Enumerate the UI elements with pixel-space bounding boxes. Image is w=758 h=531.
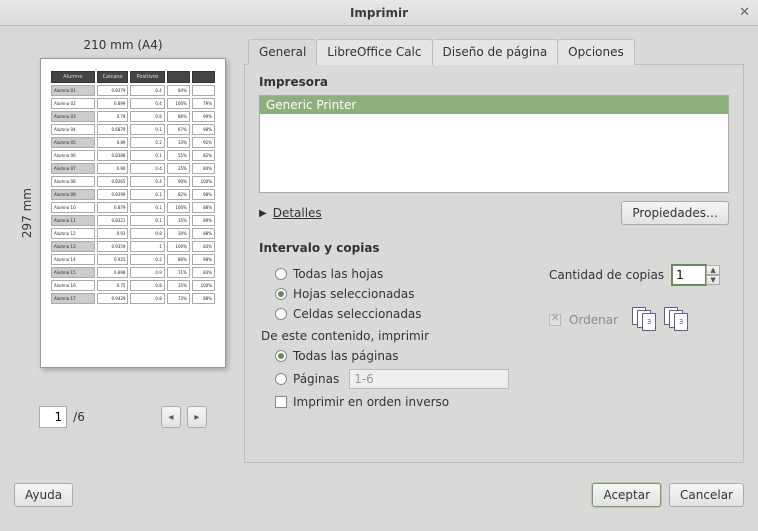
checkbox-reverse[interactable]: Imprimir en orden inverso: [275, 395, 549, 409]
tab-bar: General LibreOffice Calc Diseño de págin…: [244, 38, 744, 65]
copies-label: Cantidad de copias: [549, 268, 664, 282]
close-icon[interactable]: ✕: [739, 5, 750, 20]
collate-label: Ordenar: [569, 313, 618, 327]
copies-input[interactable]: [672, 265, 706, 285]
current-page-input[interactable]: [39, 406, 67, 428]
radio-selected-sheets[interactable]: Hojas seleccionadas: [275, 287, 549, 301]
tab-calc[interactable]: LibreOffice Calc: [316, 39, 432, 65]
printer-list[interactable]: Generic Printer: [259, 95, 729, 193]
printer-section-title: Impresora: [259, 75, 729, 89]
cancel-button[interactable]: Cancelar: [669, 483, 744, 507]
accept-button[interactable]: Aceptar: [592, 483, 661, 507]
radio-pages[interactable]: Páginas: [275, 369, 549, 389]
printer-item-selected[interactable]: Generic Printer: [260, 96, 728, 114]
preview-pane: 210 mm (A4) 297 mm AlumnoCalcanoPositivo…: [14, 38, 232, 463]
range-section-title: Intervalo y copias: [259, 241, 729, 255]
collate-icon: 123: [632, 307, 658, 333]
details-toggle[interactable]: ▶ Detalles: [259, 206, 322, 220]
page-pager: /6 ◂ ▸: [39, 406, 207, 428]
titlebar: Imprimir ✕: [0, 0, 758, 26]
next-page-button[interactable]: ▸: [187, 406, 207, 428]
tab-layout[interactable]: Diseño de página: [432, 39, 559, 65]
details-label: Detalles: [273, 206, 322, 220]
from-content-label: De este contenido, imprimir: [261, 329, 549, 343]
page-height-label: 297 mm: [20, 188, 34, 238]
help-button[interactable]: Ayuda: [14, 483, 73, 507]
prev-page-button[interactable]: ◂: [161, 406, 181, 428]
radio-all-sheets[interactable]: Todas las hojas: [275, 267, 549, 281]
tab-options[interactable]: Opciones: [557, 39, 635, 65]
page-width-label: 210 mm (A4): [83, 38, 162, 52]
collate-checkbox: [549, 314, 561, 326]
radio-all-pages[interactable]: Todas las páginas: [275, 349, 549, 363]
tab-general[interactable]: General: [248, 39, 317, 65]
pages-range-input: [349, 369, 509, 389]
properties-button[interactable]: Propiedades…: [621, 201, 729, 225]
radio-selected-cells[interactable]: Celdas seleccionadas: [275, 307, 549, 321]
total-pages: /6: [73, 410, 85, 424]
window-title: Imprimir: [350, 6, 408, 20]
page-preview: AlumnoCalcanoPositivos Alumno 010.83790.…: [40, 58, 226, 368]
copies-up-button[interactable]: ▲: [706, 265, 720, 275]
copies-down-button[interactable]: ▼: [706, 275, 720, 285]
collate-row: Ordenar 123 123: [549, 307, 729, 333]
chevron-right-icon: ▶: [259, 208, 267, 219]
preview-sheet: AlumnoCalcanoPositivos Alumno 010.83790.…: [49, 69, 217, 306]
collate-icon: 123: [664, 307, 690, 333]
